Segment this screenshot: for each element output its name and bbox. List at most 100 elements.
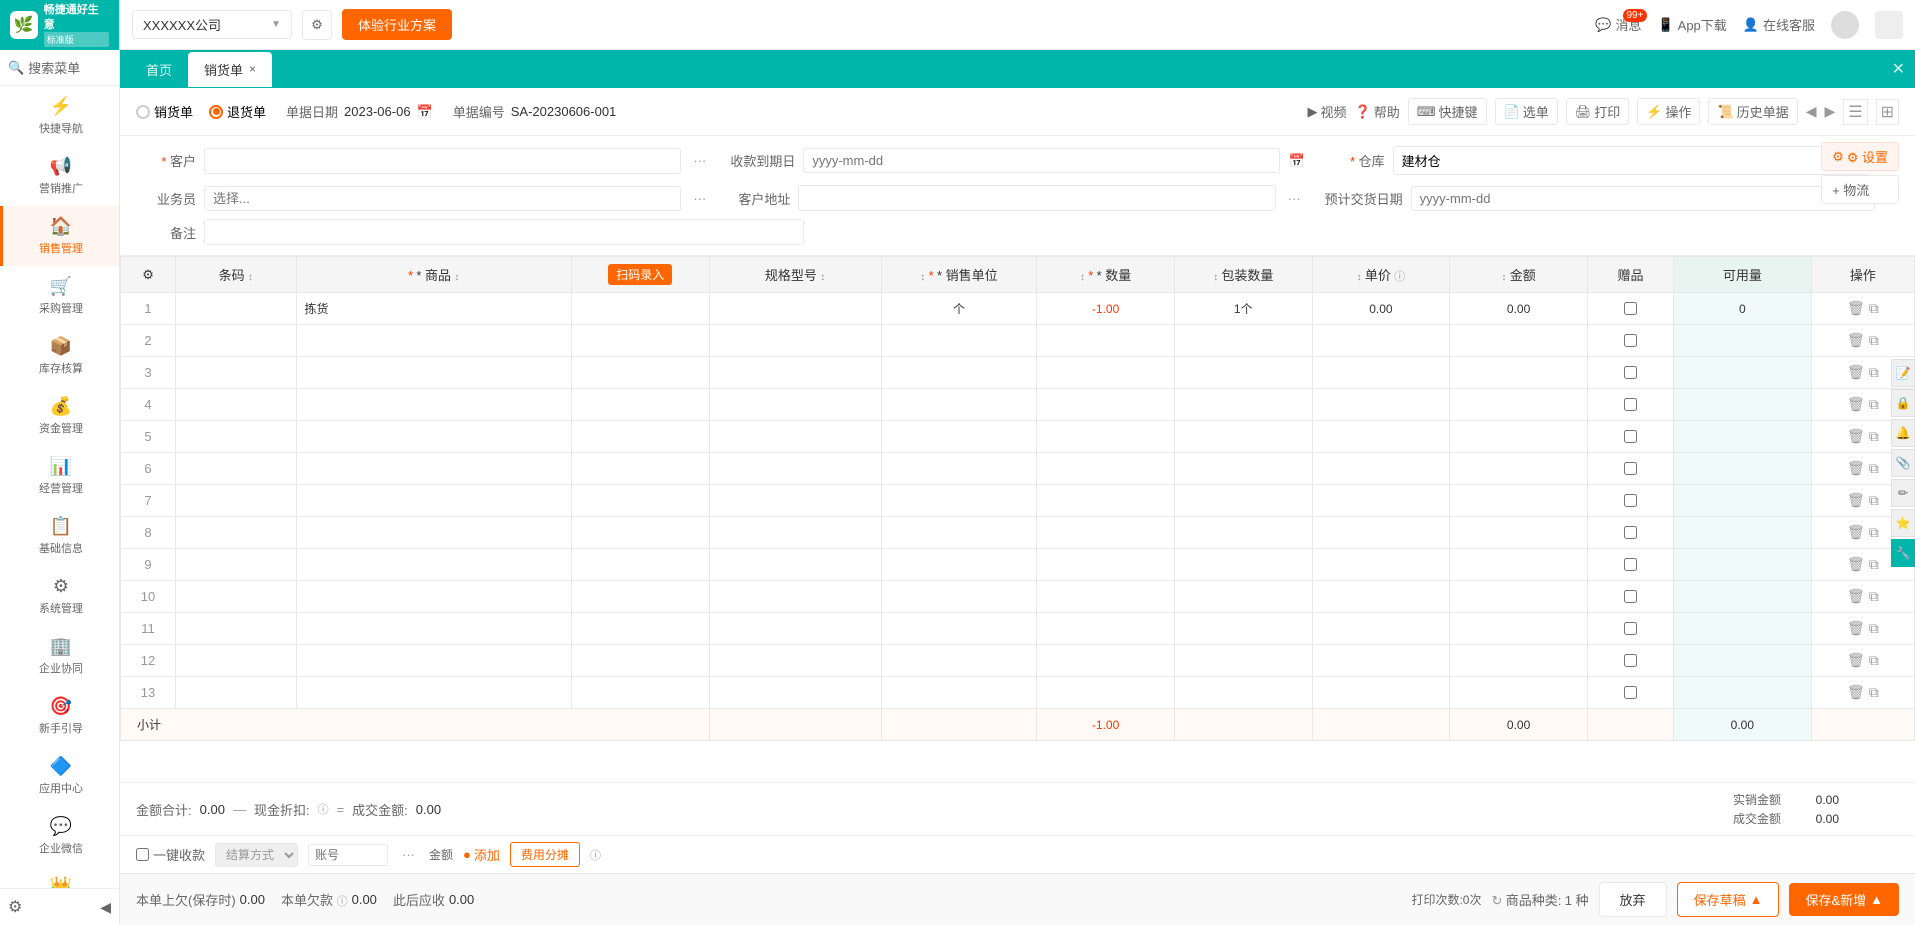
gift-checkbox[interactable] [1624, 366, 1637, 379]
cell-pkg-qty[interactable] [1174, 581, 1312, 613]
cell-qty[interactable] [1037, 357, 1175, 389]
cell-pkg-qty[interactable] [1174, 645, 1312, 677]
select-button[interactable]: 📄 选单 [1495, 98, 1558, 125]
addr-more-btn[interactable]: ··· [1284, 191, 1305, 206]
cell-price[interactable] [1312, 453, 1450, 485]
cell-price[interactable] [1312, 645, 1450, 677]
cell-qty[interactable] [1037, 325, 1175, 357]
warehouse-input[interactable]: 建材仓 [1393, 146, 1870, 175]
cell-amount[interactable] [1450, 517, 1588, 549]
cell-spec[interactable] [709, 293, 881, 325]
cell-spec[interactable] [709, 581, 881, 613]
cell-gift[interactable] [1587, 293, 1673, 325]
cell-barcode[interactable] [176, 357, 296, 389]
cell-price[interactable] [1312, 485, 1450, 517]
search-menu[interactable]: 🔍 搜索菜单 [0, 50, 119, 86]
cell-pkg-qty[interactable] [1174, 517, 1312, 549]
cell-price[interactable] [1312, 421, 1450, 453]
cell-gift[interactable] [1587, 421, 1673, 453]
cell-amount[interactable] [1450, 613, 1588, 645]
cell-qty[interactable] [1037, 549, 1175, 581]
sidebar-item-purchase[interactable]: 🛒 采购管理 [0, 266, 119, 326]
cell-amount[interactable] [1450, 581, 1588, 613]
cell-unit[interactable] [881, 389, 1037, 421]
cell-qty[interactable] [1037, 517, 1175, 549]
delete-icon[interactable]: 🗑 [1847, 332, 1865, 349]
delete-icon[interactable]: 🗑 [1847, 684, 1865, 701]
cell-unit[interactable] [881, 453, 1037, 485]
cell-unit[interactable] [881, 613, 1037, 645]
gift-checkbox[interactable] [1624, 494, 1637, 507]
cell-amount[interactable] [1450, 389, 1588, 421]
online-service-button[interactable]: 👤 在线客服 [1743, 15, 1815, 34]
copy-icon[interactable]: ⧉ [1869, 428, 1879, 445]
cell-price[interactable] [1312, 613, 1450, 645]
next-icon[interactable]: ▶ [1824, 103, 1835, 120]
cell-qty[interactable] [1037, 485, 1175, 517]
cell-gift[interactable] [1587, 389, 1673, 421]
payment-method-select[interactable]: 结算方式 [215, 843, 298, 867]
settings-icon[interactable]: ⚙ [8, 897, 22, 917]
cell-barcode[interactable] [176, 581, 296, 613]
flow-button[interactable]: + 物流 [1821, 175, 1899, 204]
expected-date-input[interactable] [1411, 186, 1875, 211]
sidebar-item-appstore[interactable]: 🔷 应用中心 [0, 746, 119, 806]
th-settings[interactable]: ⚙ [121, 257, 176, 293]
cell-pkg-qty[interactable] [1174, 453, 1312, 485]
tab-sales-order[interactable]: 销货单 × [188, 52, 272, 87]
cell-unit[interactable]: 个 [881, 293, 1037, 325]
cell-spec[interactable] [709, 485, 881, 517]
copy-icon[interactable]: ⧉ [1869, 364, 1879, 381]
cell-price[interactable] [1312, 677, 1450, 709]
copy-icon[interactable]: ⧉ [1869, 300, 1879, 317]
sidebar-item-member[interactable]: 👑 畅会员 [0, 866, 119, 888]
sidebar-item-operation[interactable]: 📊 经营管理 [0, 446, 119, 506]
cell-barcode[interactable] [176, 389, 296, 421]
cell-price[interactable] [1312, 549, 1450, 581]
cell-barcode[interactable] [176, 485, 296, 517]
cell-product[interactable] [296, 613, 571, 645]
cell-qty[interactable] [1037, 581, 1175, 613]
cell-qty[interactable] [1037, 613, 1175, 645]
cell-spec[interactable] [709, 389, 881, 421]
cell-amount[interactable] [1450, 645, 1588, 677]
delete-icon[interactable]: 🗑 [1847, 524, 1865, 541]
receive-calendar-icon[interactable]: 📅 [1288, 153, 1304, 169]
cell-barcode[interactable] [176, 613, 296, 645]
cell-pkg-qty[interactable] [1174, 421, 1312, 453]
cell-spec[interactable] [709, 677, 881, 709]
cell-pkg-qty[interactable] [1174, 549, 1312, 581]
company-settings-button[interactable]: ⚙ [302, 10, 332, 40]
fee-split-button[interactable]: 费用分摊 [510, 842, 580, 867]
scan-button[interactable]: 扫码录入 [608, 264, 672, 285]
cell-unit[interactable] [881, 485, 1037, 517]
cell-product[interactable] [296, 517, 571, 549]
discard-button[interactable]: 放弃 [1599, 882, 1667, 917]
list-view-icon[interactable]: ☰ [1843, 99, 1867, 125]
account-more-btn[interactable]: ··· [398, 847, 419, 862]
save-new-button[interactable]: 保存&新增 ▲ [1789, 883, 1899, 916]
cell-unit[interactable] [881, 325, 1037, 357]
video-link[interactable]: ▶ 视频 [1308, 102, 1347, 121]
delete-icon[interactable]: 🗑 [1847, 460, 1865, 477]
cell-unit[interactable] [881, 549, 1037, 581]
gift-checkbox[interactable] [1624, 462, 1637, 475]
cell-gift[interactable] [1587, 325, 1673, 357]
company-selector[interactable]: XXXXXX公司 ▼ [132, 10, 292, 39]
cell-barcode[interactable] [176, 293, 296, 325]
grid-view-icon[interactable]: ⊞ [1876, 99, 1899, 125]
right-attach-btn[interactable]: 📎 [1891, 449, 1915, 477]
sidebar-item-inventory[interactable]: 📦 库存核算 [0, 326, 119, 386]
cell-product[interactable] [296, 549, 571, 581]
print-button[interactable]: 🖨 打印 [1566, 98, 1630, 125]
cell-amount[interactable]: 0.00 [1450, 293, 1588, 325]
cell-gift[interactable] [1587, 613, 1673, 645]
gift-checkbox[interactable] [1624, 302, 1637, 315]
cell-qty[interactable] [1037, 677, 1175, 709]
cell-spec[interactable] [709, 325, 881, 357]
copy-icon[interactable]: ⧉ [1869, 652, 1879, 669]
cell-product[interactable] [296, 357, 571, 389]
sidebar-item-finance[interactable]: 💰 资金管理 [0, 386, 119, 446]
cell-price[interactable]: 0.00 [1312, 293, 1450, 325]
salesperson-input[interactable] [204, 186, 681, 211]
